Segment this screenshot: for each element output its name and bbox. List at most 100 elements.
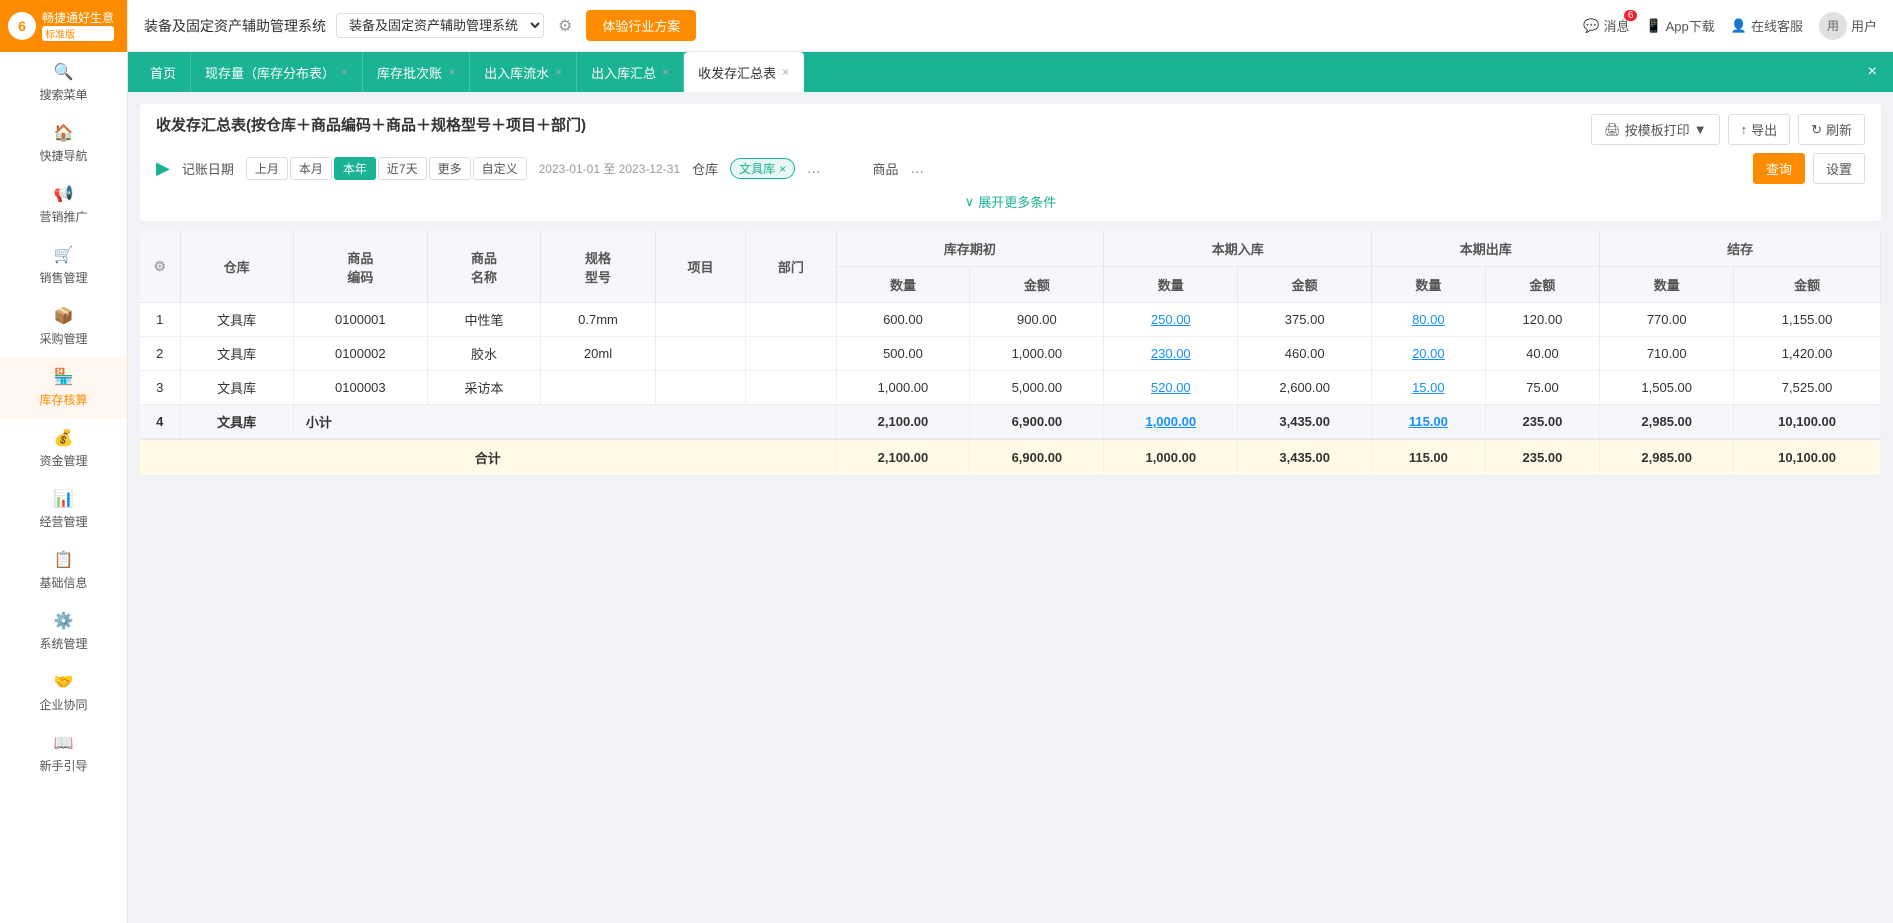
business-icon: 📊 xyxy=(54,489,74,509)
tab-receive-summary[interactable]: 收发存汇总表 × xyxy=(684,52,804,92)
service-icon: 👤 xyxy=(1731,18,1747,34)
main-content: 装备及固定资产辅助管理系统 装备及固定资产辅助管理系统 ⚙ 体验行业方案 💬 消… xyxy=(128,0,1893,923)
tab-inout-summary[interactable]: 出入库汇总 × xyxy=(577,52,684,92)
page-header-card: 收发存汇总表(按仓库＋商品编码＋商品＋规格型号＋项目＋部门) 🖨 按模板打印 ▼… xyxy=(140,104,1881,221)
tab-batch[interactable]: 库存批次账 × xyxy=(363,52,470,92)
product-ellipsis[interactable]: ... xyxy=(910,160,923,178)
sidebar-item-sales[interactable]: 🛒 销售管理 xyxy=(0,235,127,296)
footer-opening-amount: 6,900.00 xyxy=(970,439,1104,476)
download-icon: 📱 xyxy=(1645,18,1661,34)
sidebar-item-system[interactable]: ⚙️ 系统管理 xyxy=(0,601,127,662)
avatar: 用 xyxy=(1819,12,1847,40)
purchase-icon: 📦 xyxy=(54,306,74,326)
warehouse-ellipsis[interactable]: ... xyxy=(807,160,820,178)
date-range-display: 2023-01-01 至 2023-12-31 xyxy=(539,160,680,177)
col-department: 部门 xyxy=(746,231,836,303)
subtotal-row: 4 文具库 小计 2,100.00 6,900.00 1,000.00 3,43… xyxy=(140,405,1881,440)
system-title: 装备及固定资产辅助管理系统 xyxy=(144,16,326,36)
tab-close-inout-flow[interactable]: × xyxy=(555,65,562,79)
refresh-icon: ↻ xyxy=(1811,122,1822,138)
tab-close-receive-summary[interactable]: × xyxy=(782,65,789,79)
col-closing-qty: 数量 xyxy=(1600,267,1734,303)
col-product-code: 商品编码 xyxy=(293,231,427,303)
gear-icon[interactable]: ⚙ xyxy=(554,12,576,40)
tab-close-batch[interactable]: × xyxy=(448,65,455,79)
tab-close-stock-dist[interactable]: × xyxy=(341,65,348,79)
table-row: 1 文具库 0100001 中性笔 0.7mm 600.00 900.00 25… xyxy=(140,303,1881,337)
sidebar-item-business[interactable]: 📊 经营管理 xyxy=(0,479,127,540)
marketing-icon: 📢 xyxy=(54,184,74,204)
date-btn-this-year[interactable]: 本年 xyxy=(334,157,376,180)
col-group-in: 本期入库 xyxy=(1104,231,1372,267)
query-btn[interactable]: 查询 xyxy=(1753,153,1805,184)
footer-opening-qty: 2,100.00 xyxy=(836,439,970,476)
sidebar-item-finance[interactable]: 💰 资金管理 xyxy=(0,418,127,479)
tab-inout-flow[interactable]: 出入库流水 × xyxy=(470,52,577,92)
message-btn[interactable]: 💬 消息 6 xyxy=(1583,16,1629,35)
sidebar-item-basic-info[interactable]: 📋 基础信息 xyxy=(0,540,127,601)
print-template-btn[interactable]: 🖨 按模板打印 ▼ xyxy=(1591,114,1719,145)
guide-icon: 📖 xyxy=(54,733,74,753)
filter-expand-icon[interactable]: ▶ xyxy=(156,158,170,179)
date-btn-this-month[interactable]: 本月 xyxy=(290,157,332,180)
sidebar-item-marketing[interactable]: 📢 营销推广 xyxy=(0,174,127,235)
col-group-opening: 库存期初 xyxy=(836,231,1104,267)
col-out-qty: 数量 xyxy=(1372,267,1485,303)
table-row: 2 文具库 0100002 胶水 20ml 500.00 1,000.00 23… xyxy=(140,337,1881,371)
date-filter-label: 记账日期 xyxy=(182,159,234,178)
sales-icon: 🛒 xyxy=(54,245,74,265)
date-btn-custom[interactable]: 自定义 xyxy=(473,157,527,180)
tab-close-inout-summary[interactable]: × xyxy=(662,65,669,79)
sidebar-item-inventory[interactable]: 🏪 库存核算 xyxy=(0,357,127,418)
sidebar-item-enterprise[interactable]: 🤝 企业协同 xyxy=(0,662,127,723)
table-settings-icon[interactable]: ⚙ xyxy=(153,258,166,274)
settings-btn[interactable]: 设置 xyxy=(1813,153,1865,184)
table-row: 3 文具库 0100003 采访本 1,000.00 5,000.00 520.… xyxy=(140,371,1881,405)
user-btn[interactable]: 用 用户 xyxy=(1819,12,1877,40)
tab-stock-dist[interactable]: 现存量（库存分布表） × xyxy=(191,52,363,92)
sidebar-item-guide[interactable]: 📖 新手引导 xyxy=(0,723,127,784)
date-btn-more[interactable]: 更多 xyxy=(429,157,471,180)
message-icon: 💬 xyxy=(1583,18,1599,34)
table-footer-row: 合计 2,100.00 6,900.00 1,000.00 3,435.00 1… xyxy=(140,439,1881,476)
logo-icon: 6 xyxy=(8,12,36,40)
footer-in-amount: 3,435.00 xyxy=(1238,439,1372,476)
chevron-down-icon: ∨ xyxy=(965,194,975,210)
date-btn-last-month[interactable]: 上月 xyxy=(246,157,288,180)
sidebar-item-search[interactable]: 🔍 搜索菜单 xyxy=(0,52,127,113)
warehouse-tag-close[interactable]: × xyxy=(779,162,786,176)
data-table: ⚙ 仓库 商品编码 商品名称 规格型号 项目 部门 库存期初 本期入库 本期出库… xyxy=(140,231,1881,476)
col-opening-amount: 金额 xyxy=(970,267,1104,303)
product-filter-label: 商品 xyxy=(872,159,898,178)
col-project: 项目 xyxy=(655,231,745,303)
page-title: 收发存汇总表(按仓库＋商品编码＋商品＋规格型号＋项目＋部门) xyxy=(156,114,586,135)
refresh-btn[interactable]: ↻ 刷新 xyxy=(1798,114,1865,145)
col-closing-amount: 金额 xyxy=(1734,267,1881,303)
warehouse-tag[interactable]: 文具库 × xyxy=(730,158,795,179)
app-download-btn[interactable]: 📱 App下载 xyxy=(1645,16,1714,35)
quick-nav-icon: 🏠 xyxy=(54,123,74,143)
basic-info-icon: 📋 xyxy=(54,550,74,570)
export-btn[interactable]: ↑ 导出 xyxy=(1728,114,1791,145)
online-service-btn[interactable]: 👤 在线客服 xyxy=(1731,16,1803,35)
footer-label: 合计 xyxy=(140,439,836,476)
system-icon: ⚙️ xyxy=(54,611,74,631)
topbar: 装备及固定资产辅助管理系统 装备及固定资产辅助管理系统 ⚙ 体验行业方案 💬 消… xyxy=(128,0,1893,52)
sidebar-logo: 6 畅捷通好生意 标准版 xyxy=(0,0,127,52)
expand-more-btn[interactable]: ∨ 展开更多条件 xyxy=(965,192,1057,211)
sidebar-nav: 🔍 搜索菜单 🏠 快捷导航 📢 营销推广 🛒 销售管理 📦 采购管理 🏪 库存核… xyxy=(0,52,127,923)
footer-in-qty: 1,000.00 xyxy=(1104,439,1238,476)
data-table-wrapper: ⚙ 仓库 商品编码 商品名称 规格型号 项目 部门 库存期初 本期入库 本期出库… xyxy=(140,231,1881,476)
sidebar-item-quick-nav[interactable]: 🏠 快捷导航 xyxy=(0,113,127,174)
tab-home[interactable]: 首页 xyxy=(136,52,191,92)
date-btn-7days[interactable]: 近7天 xyxy=(378,157,427,180)
content-area: 收发存汇总表(按仓库＋商品编码＋商品＋规格型号＋项目＋部门) 🖨 按模板打印 ▼… xyxy=(128,92,1893,923)
experience-btn[interactable]: 体验行业方案 xyxy=(586,10,696,41)
system-select[interactable]: 装备及固定资产辅助管理系统 xyxy=(336,13,544,38)
col-product-name: 商品名称 xyxy=(427,231,540,303)
sidebar-item-purchase[interactable]: 📦 采购管理 xyxy=(0,296,127,357)
sidebar: 6 畅捷通好生意 标准版 🔍 搜索菜单 🏠 快捷导航 📢 营销推广 🛒 销售管理… xyxy=(0,0,128,923)
footer-out-amount: 235.00 xyxy=(1485,439,1600,476)
col-in-amount: 金额 xyxy=(1238,267,1372,303)
tabbar-close-btn[interactable]: × xyxy=(1860,63,1885,81)
